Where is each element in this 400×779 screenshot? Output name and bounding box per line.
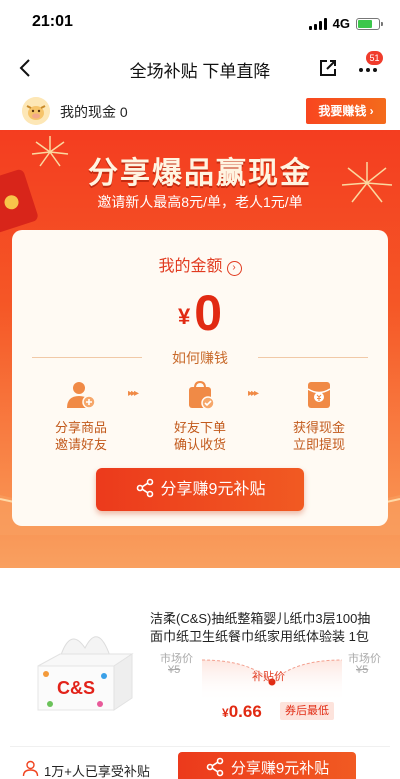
product-footer: 1万+人已享受补贴 分享赚9元补贴 [10, 746, 390, 779]
share-earn-button[interactable]: 分享赚9元补贴 [96, 468, 304, 511]
step-cash: 获得现金 立即提现 [274, 380, 364, 453]
step-arrow-icon: ▸▸▸ [128, 388, 139, 399]
earn-steps: 分享商品邀请好友 ▸▸▸ 好友下单确认收货 ▸▸▸ 获得现金立即提现 [12, 380, 388, 453]
network-label: 4G [332, 16, 350, 31]
how-to-earn-label: 如何赚钱 [172, 350, 228, 366]
amount-value: 0 [194, 285, 223, 341]
ox-avatar-icon [22, 97, 50, 125]
red-envelope-icon [307, 382, 331, 408]
brand-logo: C&S [57, 678, 95, 698]
final-price-value: 0.66 [228, 702, 262, 721]
user-add-icon [67, 382, 96, 409]
product-card[interactable]: C&S 洁柔(C&S)抽纸整箱婴儿纸巾3层100抽面巾纸卫生纸餐巾纸家用纸体验装… [10, 600, 390, 779]
step-order-line2: 确认收货 [173, 437, 226, 452]
step-cash-line2: 立即提现 [292, 437, 345, 452]
tab-5yuan[interactable]: 嗨购5元区 [200, 569, 255, 586]
product-share-button[interactable]: 分享赚9元补贴 [178, 752, 356, 779]
nav-bar: 全场补贴 下单直降 [0, 44, 400, 92]
my-cash-label: 我的现金 0 [60, 104, 128, 120]
share-earn-label: 分享赚9元补贴 [160, 481, 266, 498]
banner-subtitle: 邀请新人最高8元/单，老人1元/单 [97, 194, 303, 210]
active-tab-indicator [16, 590, 78, 592]
my-amount-row[interactable]: 我的金额 › [12, 252, 388, 276]
shopping-bag-icon [189, 380, 215, 410]
market-price-right: ¥5 [356, 664, 369, 676]
user-icon [22, 760, 39, 777]
step-cash-line1: 获得现金 [292, 420, 345, 435]
market-price-left: ¥5 [168, 664, 181, 676]
tab-2yuan[interactable]: 超燃2元区 [16, 569, 75, 588]
step-order-line1: 好友下单 [173, 420, 226, 435]
how-to-earn-header: 如何赚钱 [32, 348, 368, 368]
amount-display: ¥0 [12, 284, 388, 342]
share-icon[interactable] [316, 56, 340, 80]
banner-title: 分享爆品赢现金 [88, 157, 312, 190]
product-share-label: 分享赚9元补贴 [230, 760, 330, 777]
status-time: 21:01 [32, 13, 73, 30]
currency-symbol: ¥ [177, 304, 191, 329]
status-indicators: 4G [308, 16, 383, 31]
chevron-right-icon: › [226, 261, 242, 276]
step-arrow-icon: ▸▸▸ [248, 388, 259, 399]
enjoyed-count: 1万+人已享受补贴 [44, 764, 150, 779]
my-amount-label: 我的金额 [158, 258, 223, 275]
final-price: ¥0.66 [222, 702, 262, 722]
earnings-card: 我的金额 › ¥0 如何赚钱 分享商品 邀请好友 ▸▸▸ 好友下单 确认收货 ▸… [12, 230, 388, 526]
step-order: 好友下单 确认收货 [155, 380, 245, 453]
notification-badge: 51 [366, 51, 383, 65]
earn-money-button[interactable]: 我要赚钱 › [306, 98, 386, 124]
step-share: 分享商品 邀请好友 [36, 380, 126, 453]
tab-9-9yuan[interactable]: 剁手9.9元 [114, 569, 167, 586]
status-bar: 21:01 4G [0, 0, 400, 44]
price-comparison: 市场价 ¥5 市场价 ¥5 补贴价 ¥0.66 券后最低 [150, 646, 382, 722]
share-nodes-icon [136, 478, 153, 498]
tissue-box-image: C&S [37, 636, 134, 711]
share-nodes-icon [206, 757, 224, 777]
tab-11-11[interactable]: 11.11精选爆品 [290, 569, 366, 586]
step-share-line1: 分享商品 [54, 420, 107, 435]
product-title[interactable]: 洁柔(C&S)抽纸整箱婴儿纸巾3层100抽面巾纸卫生纸餐巾纸家用纸体验装 1包 [150, 610, 382, 646]
battery-icon [356, 17, 383, 30]
lowest-after-coupon-tag: 券后最低 [280, 702, 334, 720]
subsidy-price-label: 补贴价 [252, 671, 285, 683]
step-share-line2: 邀请好友 [54, 437, 107, 452]
signal-icon [308, 17, 327, 30]
final-currency: ¥ [222, 706, 229, 720]
cash-row: 我的现金 0 我要赚钱 › [0, 92, 400, 130]
divider [258, 357, 368, 358]
page-title: 全场补贴 下单直降 [129, 62, 271, 81]
